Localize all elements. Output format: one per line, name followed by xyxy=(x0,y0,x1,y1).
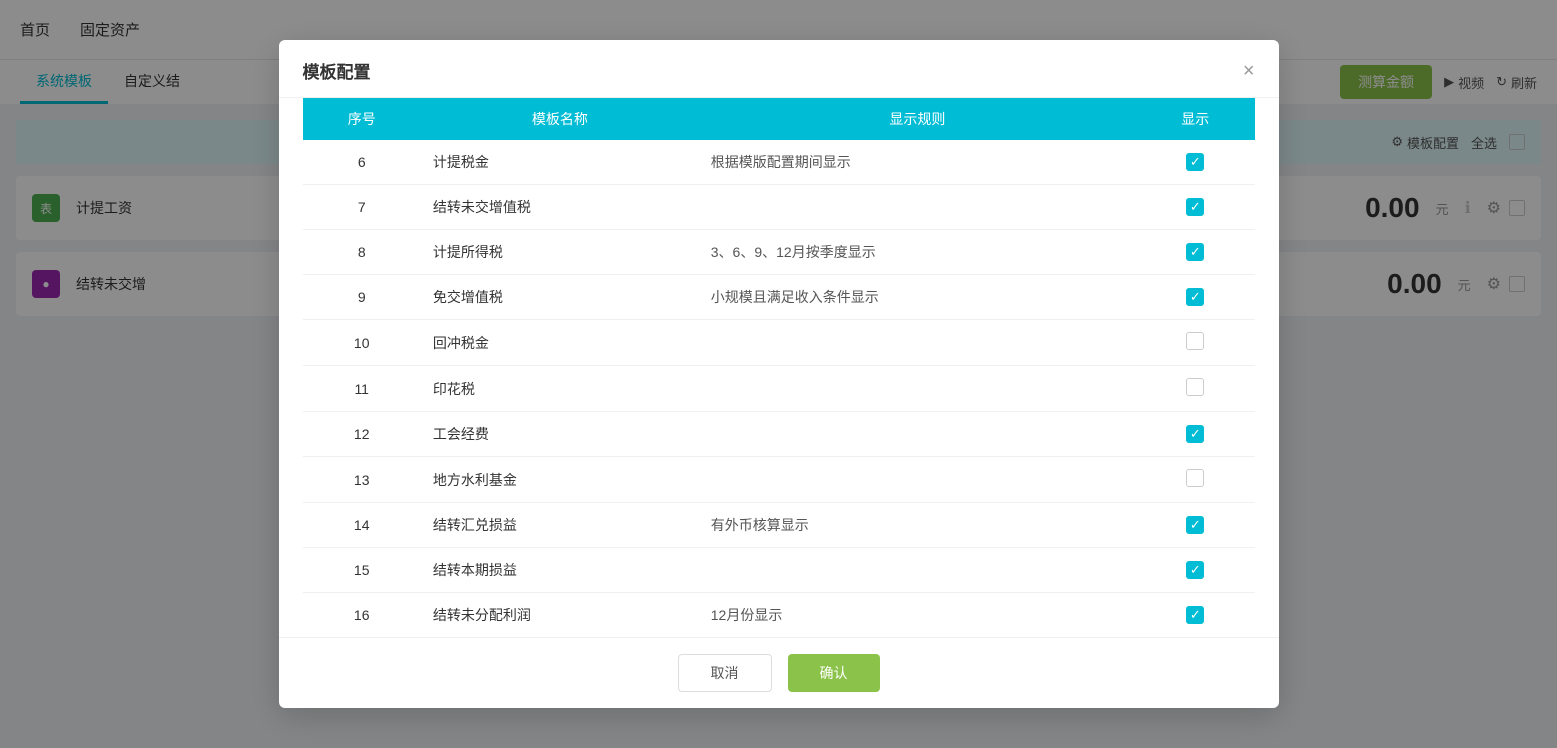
cell-display[interactable]: ✓ xyxy=(1136,503,1254,548)
modal-title: 模板配置 xyxy=(303,58,371,83)
cell-name: 计提税金 xyxy=(421,140,699,185)
cell-seq: 10 xyxy=(303,320,421,366)
cell-rule: 12月份显示 xyxy=(699,593,1136,638)
cell-rule xyxy=(699,457,1136,503)
cell-seq: 13 xyxy=(303,457,421,503)
table-row: 13地方水利基金 xyxy=(303,457,1255,503)
cell-display[interactable]: ✓ xyxy=(1136,593,1254,638)
cell-rule: 有外币核算显示 xyxy=(699,503,1136,548)
template-config-modal: 模板配置 × 序号 模板名称 显示规则 显示 6计提税金根据模版配置期间显示✓7… xyxy=(279,40,1279,708)
display-checkbox-1[interactable]: ✓ xyxy=(1186,198,1204,216)
cell-name: 计提所得税 xyxy=(421,230,699,275)
cell-display[interactable] xyxy=(1136,457,1254,503)
cell-rule xyxy=(699,185,1136,230)
cell-display[interactable]: ✓ xyxy=(1136,275,1254,320)
cell-seq: 6 xyxy=(303,140,421,185)
cell-name: 印花税 xyxy=(421,366,699,412)
cell-name: 地方水利基金 xyxy=(421,457,699,503)
display-checkbox-7[interactable] xyxy=(1186,469,1204,487)
config-table: 序号 模板名称 显示规则 显示 6计提税金根据模版配置期间显示✓7结转未交增值税… xyxy=(303,98,1255,637)
cell-rule xyxy=(699,548,1136,593)
cell-display[interactable] xyxy=(1136,320,1254,366)
table-row: 10回冲税金 xyxy=(303,320,1255,366)
cell-rule xyxy=(699,320,1136,366)
cell-rule: 3、6、9、12月按季度显示 xyxy=(699,230,1136,275)
modal-table-wrap: 序号 模板名称 显示规则 显示 6计提税金根据模版配置期间显示✓7结转未交增值税… xyxy=(279,98,1279,637)
cell-seq: 11 xyxy=(303,366,421,412)
cell-rule: 根据模版配置期间显示 xyxy=(699,140,1136,185)
cell-name: 结转本期损益 xyxy=(421,548,699,593)
modal-header: 模板配置 × xyxy=(279,40,1279,98)
display-checkbox-5[interactable] xyxy=(1186,378,1204,396)
display-checkbox-8[interactable]: ✓ xyxy=(1186,516,1204,534)
cell-name: 结转汇兑损益 xyxy=(421,503,699,548)
table-row: 9免交增值税小规模且满足收入条件显示 ✓ xyxy=(303,275,1255,320)
table-row: 7结转未交增值税 ✓ xyxy=(303,185,1255,230)
display-checkbox-3[interactable]: ✓ xyxy=(1186,288,1204,306)
display-checkbox-10[interactable]: ✓ xyxy=(1186,606,1204,624)
cancel-button[interactable]: 取消 xyxy=(678,654,772,692)
confirm-button[interactable]: 确认 xyxy=(788,654,880,692)
cell-rule xyxy=(699,366,1136,412)
modal-footer: 取消 确认 xyxy=(279,637,1279,708)
modal-overlay: 模板配置 × 序号 模板名称 显示规则 显示 6计提税金根据模版配置期间显示✓7… xyxy=(0,0,1557,748)
cell-display[interactable]: ✓ xyxy=(1136,140,1254,185)
cell-name: 工会经费 xyxy=(421,412,699,457)
cell-display[interactable]: ✓ xyxy=(1136,185,1254,230)
cell-seq: 9 xyxy=(303,275,421,320)
col-display: 显示 xyxy=(1136,98,1254,140)
cell-rule: 小规模且满足收入条件显示 xyxy=(699,275,1136,320)
table-row: 12工会经费 ✓ xyxy=(303,412,1255,457)
display-checkbox-9[interactable]: ✓ xyxy=(1186,561,1204,579)
table-row: 16结转未分配利润12月份显示 ✓ xyxy=(303,593,1255,638)
cell-display[interactable]: ✓ xyxy=(1136,548,1254,593)
display-checkbox-6[interactable]: ✓ xyxy=(1186,425,1204,443)
cell-display[interactable] xyxy=(1136,366,1254,412)
cell-rule xyxy=(699,412,1136,457)
table-row: 14结转汇兑损益有外币核算显示 ✓ xyxy=(303,503,1255,548)
cell-display[interactable]: ✓ xyxy=(1136,412,1254,457)
table-row: 6计提税金根据模版配置期间显示 ✓ xyxy=(303,140,1255,185)
cell-name: 结转未分配利润 xyxy=(421,593,699,638)
cell-seq: 12 xyxy=(303,412,421,457)
table-row: 15结转本期损益 ✓ xyxy=(303,548,1255,593)
cell-seq: 7 xyxy=(303,185,421,230)
cell-display[interactable]: ✓ xyxy=(1136,230,1254,275)
cell-seq: 16 xyxy=(303,593,421,638)
cell-name: 回冲税金 xyxy=(421,320,699,366)
cell-seq: 14 xyxy=(303,503,421,548)
col-name: 模板名称 xyxy=(421,98,699,140)
col-seq: 序号 xyxy=(303,98,421,140)
cell-name: 免交增值税 xyxy=(421,275,699,320)
modal-close-button[interactable]: × xyxy=(1243,61,1255,81)
col-rule: 显示规则 xyxy=(699,98,1136,140)
table-row: 11印花税 xyxy=(303,366,1255,412)
cell-name: 结转未交增值税 xyxy=(421,185,699,230)
cell-seq: 8 xyxy=(303,230,421,275)
cell-seq: 15 xyxy=(303,548,421,593)
display-checkbox-0[interactable]: ✓ xyxy=(1186,153,1204,171)
table-row: 8计提所得税3、6、9、12月按季度显示 ✓ xyxy=(303,230,1255,275)
display-checkbox-2[interactable]: ✓ xyxy=(1186,243,1204,261)
display-checkbox-4[interactable] xyxy=(1186,332,1204,350)
